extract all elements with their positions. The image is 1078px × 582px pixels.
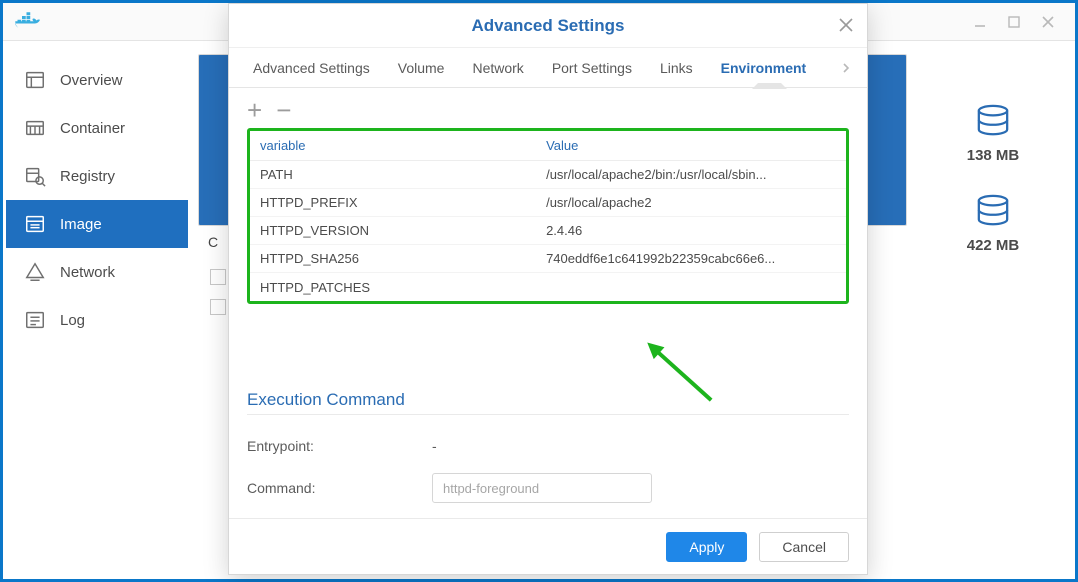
window-close-icon[interactable]	[1031, 9, 1065, 35]
image-icon	[24, 213, 46, 235]
list-checkbox[interactable]	[210, 269, 226, 285]
table-row[interactable]: HTTPD_VERSION 2.4.46	[250, 217, 846, 245]
storage-size: 138 MB	[928, 147, 1058, 164]
sidebar-item-network[interactable]: Network	[6, 248, 188, 296]
cell-value: /usr/local/apache2	[536, 195, 846, 210]
table-row[interactable]: HTTPD_SHA256 740eddf6e1c641992b22359cabc…	[250, 245, 846, 273]
dialog-footer: Apply Cancel	[229, 518, 867, 574]
list-checkbox[interactable]	[210, 299, 226, 315]
tab-label: Links	[660, 60, 693, 76]
cell-variable: PATH	[250, 167, 536, 182]
command-input[interactable]	[432, 473, 652, 503]
sidebar-item-label: Container	[60, 120, 125, 137]
cell-variable: HTTPD_SHA256	[250, 251, 536, 266]
tab-environment[interactable]: Environment	[707, 48, 821, 88]
tab-label: Volume	[398, 60, 445, 76]
network-icon	[24, 261, 46, 283]
sidebar-item-registry[interactable]: Registry	[6, 152, 188, 200]
tab-links[interactable]: Links	[646, 48, 707, 88]
col-variable[interactable]: variable	[250, 138, 536, 153]
tab-label: Advanced Settings	[253, 60, 370, 76]
tab-advanced-settings[interactable]: Advanced Settings	[239, 48, 384, 88]
dialog-tabs: Advanced Settings Volume Network Port Se…	[229, 48, 867, 88]
window-maximize-icon[interactable]	[997, 9, 1031, 35]
docker-whale-icon	[13, 10, 43, 34]
col-value[interactable]: Value	[536, 138, 846, 153]
overview-icon	[24, 69, 46, 91]
cell-variable: HTTPD_VERSION	[250, 223, 536, 238]
sidebar-item-label: Log	[60, 312, 85, 329]
cell-value: 2.4.46	[536, 223, 846, 238]
add-icon[interactable]: +	[247, 100, 262, 120]
container-icon	[24, 117, 46, 139]
storage-badge: 138 MB	[928, 104, 1058, 164]
window-minimize-icon[interactable]	[963, 9, 997, 35]
sidebar-item-label: Network	[60, 264, 115, 281]
advanced-settings-dialog: Advanced Settings Advanced Settings Volu…	[228, 3, 868, 575]
environment-variables-table: variable Value PATH /usr/local/apache2/b…	[247, 128, 849, 304]
tab-network[interactable]: Network	[458, 48, 537, 88]
entrypoint-label: Entrypoint:	[247, 438, 432, 454]
cell-value: 740eddf6e1c641992b22359cabc66e6...	[536, 251, 846, 266]
cell-value: /usr/local/apache2/bin:/usr/local/sbin..…	[536, 167, 846, 182]
table-row[interactable]: HTTPD_PREFIX /usr/local/apache2	[250, 189, 846, 217]
tab-label: Environment	[721, 60, 807, 76]
command-label: Command:	[247, 480, 432, 496]
tab-volume[interactable]: Volume	[384, 48, 459, 88]
sidebar-item-overview[interactable]: Overview	[6, 56, 188, 104]
apply-button[interactable]: Apply	[666, 532, 747, 562]
dialog-header: Advanced Settings	[229, 4, 867, 48]
database-icon	[974, 125, 1012, 142]
divider	[247, 414, 849, 415]
sidebar-item-label: Image	[60, 216, 102, 233]
sidebar-item-container[interactable]: Container	[6, 104, 188, 152]
remove-icon[interactable]: −	[276, 100, 291, 120]
cell-variable: HTTPD_PREFIX	[250, 195, 536, 210]
close-icon[interactable]	[839, 16, 853, 37]
sidebar: Overview Container Registry Image Networ…	[6, 44, 188, 576]
tab-port-settings[interactable]: Port Settings	[538, 48, 646, 88]
cancel-button[interactable]: Cancel	[759, 532, 849, 562]
storage-badge: 422 MB	[928, 194, 1058, 254]
database-icon	[974, 215, 1012, 232]
button-label: Apply	[689, 539, 724, 555]
tabs-scroll-right-icon[interactable]	[835, 60, 857, 76]
table-row[interactable]: PATH /usr/local/apache2/bin:/usr/local/s…	[250, 161, 846, 189]
table-row[interactable]: HTTPD_PATCHES	[250, 273, 846, 301]
tab-label: Network	[472, 60, 523, 76]
sidebar-item-label: Overview	[60, 72, 123, 89]
tab-label: Port Settings	[552, 60, 632, 76]
sidebar-item-label: Registry	[60, 168, 115, 185]
entrypoint-value: -	[432, 438, 437, 454]
section-title: Execution Command	[247, 390, 849, 410]
cell-variable: HTTPD_PATCHES	[250, 280, 536, 295]
dialog-title: Advanced Settings	[471, 16, 624, 36]
log-icon	[24, 309, 46, 331]
content-letter: C	[208, 234, 218, 250]
dialog-body: + − variable Value PATH /usr/local/apach…	[229, 88, 867, 518]
sidebar-item-log[interactable]: Log	[6, 296, 188, 344]
execution-command-section: Execution Command Entrypoint: - Command:	[247, 390, 849, 505]
table-header: variable Value	[250, 131, 846, 161]
sidebar-item-image[interactable]: Image	[6, 200, 188, 248]
button-label: Cancel	[782, 539, 826, 555]
registry-icon	[24, 165, 46, 187]
storage-size: 422 MB	[928, 237, 1058, 254]
